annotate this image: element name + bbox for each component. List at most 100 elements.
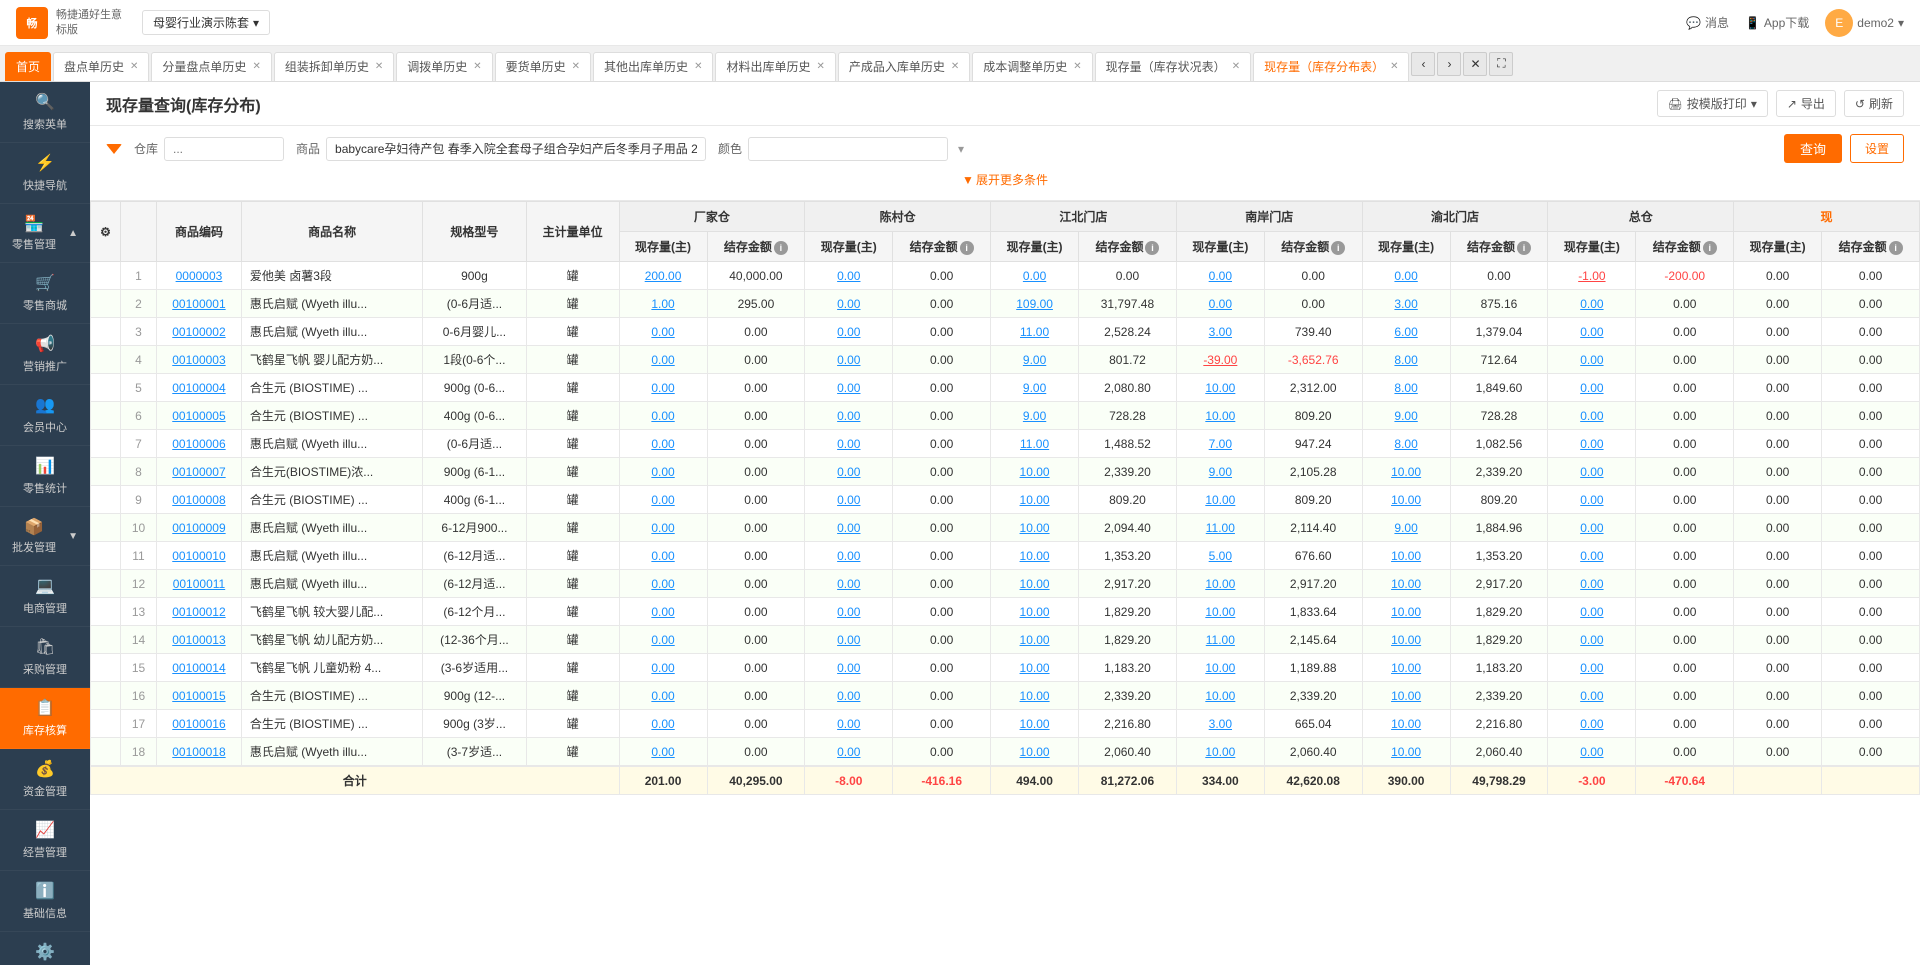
- changjia-qty[interactable]: 0.00: [619, 374, 707, 402]
- tab-1[interactable]: 盘点单历史 ✕: [53, 52, 149, 82]
- close-icon[interactable]: ✕: [1390, 61, 1398, 72]
- yubei-qty[interactable]: 10.00: [1362, 486, 1450, 514]
- chencun-qty[interactable]: 0.00: [805, 598, 893, 626]
- chencun-qty[interactable]: 0.00: [805, 682, 893, 710]
- col-code[interactable]: 00100006: [157, 430, 242, 458]
- yubei-qty[interactable]: 10.00: [1362, 458, 1450, 486]
- tab-close-btn[interactable]: ✕: [1463, 52, 1487, 76]
- zong-qty[interactable]: 0.00: [1548, 738, 1636, 767]
- chencun-qty[interactable]: 0.00: [805, 514, 893, 542]
- tab-home[interactable]: 首页: [5, 52, 51, 82]
- nanan-qty[interactable]: 10.00: [1176, 682, 1264, 710]
- jiangbei-qty[interactable]: 9.00: [991, 346, 1079, 374]
- yubei-qty[interactable]: 8.00: [1362, 430, 1450, 458]
- chencun-qty[interactable]: 0.00: [805, 542, 893, 570]
- chencun-qty[interactable]: 0.00: [805, 710, 893, 738]
- close-icon[interactable]: ✕: [130, 61, 138, 72]
- jiangbei-qty[interactable]: 0.00: [991, 262, 1079, 290]
- print-btn[interactable]: 🖨 按模版打印 ▾: [1657, 90, 1768, 117]
- zong-qty[interactable]: 0.00: [1548, 346, 1636, 374]
- col-code[interactable]: 00100015: [157, 682, 242, 710]
- col-code[interactable]: 00100003: [157, 346, 242, 374]
- changjia-qty[interactable]: 0.00: [619, 710, 707, 738]
- zong-qty[interactable]: 0.00: [1548, 542, 1636, 570]
- sidebar-item-purchase[interactable]: 🛍 采购管理: [0, 627, 90, 688]
- nanan-qty[interactable]: 10.00: [1176, 654, 1264, 682]
- chencun-qty[interactable]: 0.00: [805, 654, 893, 682]
- changjia-qty[interactable]: 0.00: [619, 486, 707, 514]
- changjia-qty[interactable]: 0.00: [619, 626, 707, 654]
- chencun-qty[interactable]: 0.00: [805, 290, 893, 318]
- nanan-qty[interactable]: 5.00: [1176, 542, 1264, 570]
- zong-qty[interactable]: 0.00: [1548, 318, 1636, 346]
- tab-next-btn[interactable]: ›: [1437, 52, 1461, 76]
- sidebar-item-stats[interactable]: 📊 零售统计: [0, 446, 90, 507]
- chencun-qty[interactable]: 0.00: [805, 486, 893, 514]
- sidebar-item-quicknav[interactable]: ⚡ 快捷导航: [0, 143, 90, 204]
- jiangbei-qty[interactable]: 10.00: [991, 486, 1079, 514]
- tab-10[interactable]: 现存量（库存状况表） ✕: [1095, 52, 1251, 82]
- col-code[interactable]: 00100005: [157, 402, 242, 430]
- jiangbei-qty[interactable]: 10.00: [991, 654, 1079, 682]
- nanan-qty[interactable]: -39.00: [1176, 346, 1264, 374]
- sidebar-item-member[interactable]: 👥 会员中心: [0, 385, 90, 446]
- yubei-qty[interactable]: 10.00: [1362, 598, 1450, 626]
- nanan-qty[interactable]: 10.00: [1176, 486, 1264, 514]
- chencun-qty[interactable]: 0.00: [805, 738, 893, 767]
- close-icon[interactable]: ✕: [694, 61, 702, 72]
- sidebar-item-ecommerce[interactable]: 💻 电商管理: [0, 566, 90, 627]
- color-input[interactable]: [748, 137, 948, 161]
- col-code[interactable]: 00100009: [157, 514, 242, 542]
- jiangbei-qty[interactable]: 10.00: [991, 514, 1079, 542]
- zong-qty[interactable]: 0.00: [1548, 682, 1636, 710]
- nanan-qty[interactable]: 10.00: [1176, 402, 1264, 430]
- yubei-qty[interactable]: 9.00: [1362, 514, 1450, 542]
- jiangbei-qty[interactable]: 11.00: [991, 430, 1079, 458]
- nanan-qty[interactable]: 9.00: [1176, 458, 1264, 486]
- chencun-qty[interactable]: 0.00: [805, 346, 893, 374]
- tab-prev-btn[interactable]: ‹: [1411, 52, 1435, 76]
- chencun-qty[interactable]: 0.00: [805, 570, 893, 598]
- tab-7[interactable]: 材料出库单历史 ✕: [715, 52, 835, 82]
- zong-qty[interactable]: 0.00: [1548, 290, 1636, 318]
- nav-selector[interactable]: 母婴行业演示陈套 ▾: [142, 10, 270, 35]
- yubei-qty[interactable]: 10.00: [1362, 626, 1450, 654]
- sidebar-item-baseinfo[interactable]: ℹ️ 基础信息: [0, 871, 90, 932]
- nanan-qty[interactable]: 10.00: [1176, 374, 1264, 402]
- changjia-qty[interactable]: 0.00: [619, 402, 707, 430]
- jiangbei-qty[interactable]: 109.00: [991, 290, 1079, 318]
- jiangbei-qty[interactable]: 10.00: [991, 738, 1079, 767]
- chencun-qty[interactable]: 0.00: [805, 458, 893, 486]
- nanan-qty[interactable]: 11.00: [1176, 626, 1264, 654]
- jiangbei-qty[interactable]: 10.00: [991, 710, 1079, 738]
- zong-qty[interactable]: 0.00: [1548, 626, 1636, 654]
- chencun-qty[interactable]: 0.00: [805, 374, 893, 402]
- zong-qty[interactable]: 0.00: [1548, 570, 1636, 598]
- jiangbei-qty[interactable]: 10.00: [991, 570, 1079, 598]
- yubei-qty[interactable]: 0.00: [1362, 262, 1450, 290]
- col-code[interactable]: 00100014: [157, 654, 242, 682]
- yubei-qty[interactable]: 10.00: [1362, 570, 1450, 598]
- settings-btn[interactable]: 设置: [1850, 134, 1904, 163]
- sidebar-item-inventory[interactable]: 📋 库存核算: [0, 688, 90, 749]
- zong-qty[interactable]: 0.00: [1548, 374, 1636, 402]
- expand-btn[interactable]: ▼ 展开更多条件: [962, 171, 1048, 188]
- chencun-qty[interactable]: 0.00: [805, 402, 893, 430]
- col-code[interactable]: 0000003: [157, 262, 242, 290]
- zong-qty[interactable]: 0.00: [1548, 514, 1636, 542]
- nanan-qty[interactable]: 10.00: [1176, 598, 1264, 626]
- tab-9[interactable]: 成本调整单历史 ✕: [972, 52, 1092, 82]
- zong-qty[interactable]: 0.00: [1548, 710, 1636, 738]
- tab-6[interactable]: 其他出库单历史 ✕: [593, 52, 713, 82]
- refresh-btn[interactable]: ↺ 刷新: [1844, 90, 1904, 117]
- col-code[interactable]: 00100001: [157, 290, 242, 318]
- changjia-qty[interactable]: 0.00: [619, 318, 707, 346]
- zong-qty[interactable]: 0.00: [1548, 654, 1636, 682]
- changjia-qty[interactable]: 0.00: [619, 682, 707, 710]
- nanan-qty[interactable]: 10.00: [1176, 738, 1264, 767]
- col-code[interactable]: 00100004: [157, 374, 242, 402]
- col-code[interactable]: 00100008: [157, 486, 242, 514]
- yubei-qty[interactable]: 6.00: [1362, 318, 1450, 346]
- close-icon[interactable]: ✕: [1073, 61, 1081, 72]
- warehouse-input[interactable]: [164, 137, 284, 161]
